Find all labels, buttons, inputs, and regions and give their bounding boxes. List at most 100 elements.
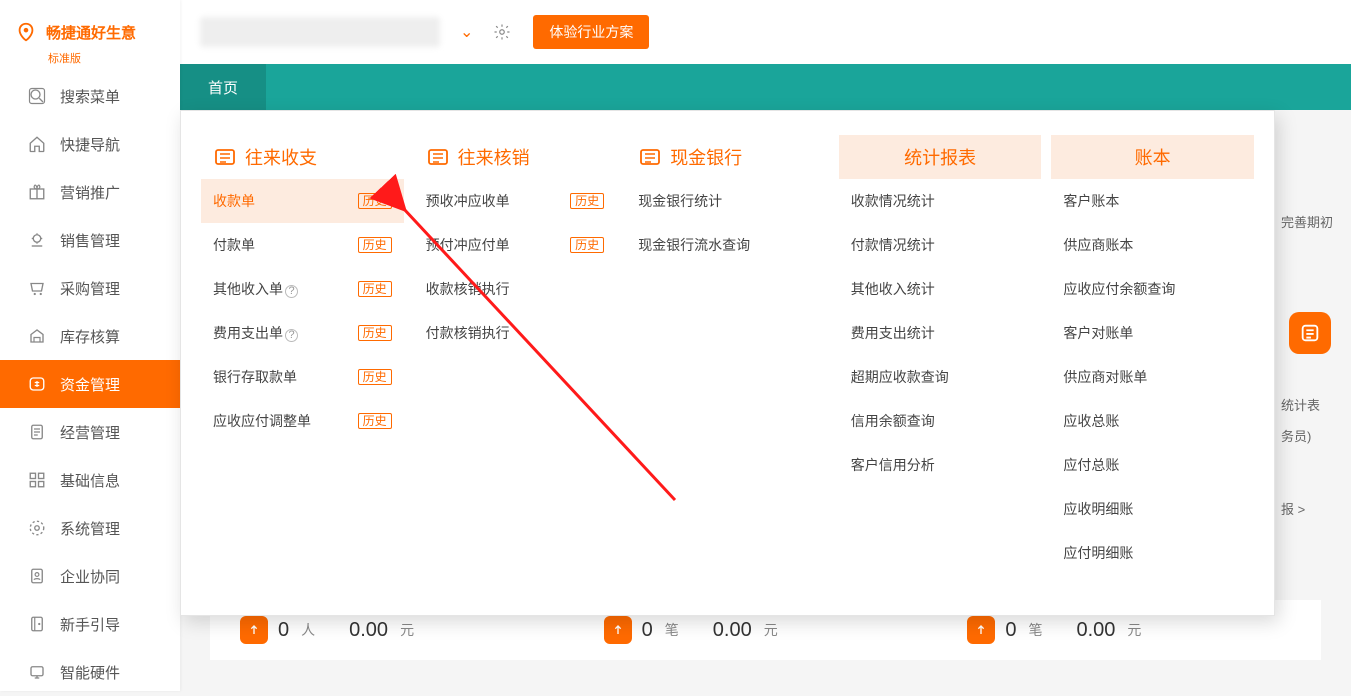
mega-header: 统计报表 — [839, 135, 1042, 179]
sidebar-item-cart[interactable]: 采购管理 — [0, 264, 180, 312]
stat-count-unit: 笔 — [1028, 620, 1042, 640]
history-badge[interactable]: 历史 — [358, 237, 392, 253]
mega-item[interactable]: 其他收入统计 — [839, 267, 1042, 311]
history-badge[interactable]: 历史 — [358, 325, 392, 341]
mega-item[interactable]: 预收冲应收单历史 — [414, 179, 617, 223]
history-badge[interactable]: 历史 — [358, 413, 392, 429]
sidebar-item-sys[interactable]: 系统管理 — [0, 504, 180, 552]
doc-icon — [426, 145, 450, 169]
sidebar-item-report[interactable]: 经营管理 — [0, 408, 180, 456]
mega-item[interactable]: 供应商账本 — [1051, 223, 1254, 267]
item-label: 供应商对账单 — [1063, 367, 1147, 387]
mega-column-c5: 账本客户账本供应商账本应收应付余额查询客户对账单供应商对账单应收总账应付总账应收… — [1051, 135, 1254, 575]
stat-block: 0笔0.00元 — [967, 616, 1291, 644]
sidebar-item-grid[interactable]: 基础信息 — [0, 456, 180, 504]
stat-count-unit: 人 — [301, 620, 315, 640]
floating-action-button[interactable] — [1289, 312, 1331, 354]
mega-item[interactable]: 其他收入单?历史 — [201, 267, 404, 311]
brand-edition: 标准版 — [0, 50, 180, 72]
sidebar-item-book[interactable]: 新手引导 — [0, 600, 180, 648]
stat-count: 0 — [1005, 619, 1016, 642]
item-label: 其他收入统计 — [851, 279, 935, 299]
item-label: 现金银行流水查询 — [638, 235, 750, 255]
mega-column-c2: 往来核销预收冲应收单历史预付冲应付单历史收款核销执行付款核销执行 — [414, 135, 617, 575]
history-badge[interactable]: 历史 — [358, 369, 392, 385]
stat-amount-unit: 元 — [1127, 620, 1141, 640]
mega-item[interactable]: 费用支出统计 — [839, 311, 1042, 355]
item-label: 收款核销执行 — [426, 279, 510, 299]
sidebar-item-device[interactable]: 智能硬件 — [0, 648, 180, 696]
search-icon — [28, 87, 46, 105]
mega-column-c1: 往来收支收款单历史付款单历史其他收入单?历史费用支出单?历史银行存取款单历史应收… — [201, 135, 404, 575]
mega-item[interactable]: 客户对账单 — [1051, 311, 1254, 355]
mega-item[interactable]: 收款单历史 — [201, 179, 404, 223]
mega-item[interactable]: 收款情况统计 — [839, 179, 1042, 223]
mega-item[interactable]: 银行存取款单 历史 — [201, 355, 404, 399]
sidebar-item-label: 采购管理 — [60, 278, 120, 299]
sidebar-item-coin[interactable]: 资金管理 — [0, 360, 180, 408]
sidebar-item-label: 营销推广 — [60, 182, 120, 203]
mega-item[interactable]: 供应商对账单 — [1051, 355, 1254, 399]
strip-line: 统计表 — [1275, 383, 1351, 426]
house-icon — [28, 327, 46, 345]
mega-item[interactable]: 预付冲应付单历史 — [414, 223, 617, 267]
mega-header: 往来核销 — [414, 135, 617, 179]
stat-icon — [967, 616, 995, 644]
item-label: 付款单 — [213, 235, 255, 255]
item-label: 付款核销执行 — [426, 323, 510, 343]
sidebar-item-label: 经营管理 — [60, 422, 120, 443]
sidebar-item-label: 搜索菜单 — [60, 86, 120, 107]
mega-item[interactable]: 信用余额查询 — [839, 399, 1042, 443]
mega-item[interactable]: 应收明细账 — [1051, 487, 1254, 531]
mega-menu: 往来收支收款单历史付款单历史其他收入单?历史费用支出单?历史银行存取款单历史应收… — [180, 110, 1275, 616]
mega-item[interactable]: 应收应付调整单历史 — [201, 399, 404, 443]
sidebar-item-house[interactable]: 库存核算 — [0, 312, 180, 360]
mega-item[interactable]: 收款核销执行 — [414, 267, 617, 311]
sidebar-item-cog-cart[interactable]: 销售管理 — [0, 216, 180, 264]
item-label: 应收总账 — [1063, 411, 1119, 431]
mega-header: 往来收支 — [201, 135, 404, 179]
sys-icon — [28, 519, 46, 537]
mega-item[interactable]: 客户账本 — [1051, 179, 1254, 223]
mega-item[interactable]: 客户信用分析 — [839, 443, 1042, 487]
chevron-down-icon[interactable]: ⌄ — [450, 22, 483, 42]
mega-item[interactable]: 应付总账 — [1051, 443, 1254, 487]
mega-item[interactable]: 付款单 历史 — [201, 223, 404, 267]
sidebar-item-team[interactable]: 企业协同 — [0, 552, 180, 600]
mega-item[interactable]: 应付明细账 — [1051, 531, 1254, 575]
history-badge[interactable]: 历史 — [570, 237, 604, 253]
mega-column-c4: 统计报表收款情况统计付款情况统计其他收入统计费用支出统计超期应收款查询信用余额查… — [839, 135, 1042, 575]
mega-item[interactable]: 费用支出单?历史 — [201, 311, 404, 355]
sidebar-item-label: 企业协同 — [60, 566, 120, 587]
history-badge[interactable]: 历史 — [358, 281, 392, 297]
item-label: 应收明细账 — [1063, 499, 1133, 519]
item-label: 应收应付余额查询 — [1063, 279, 1175, 299]
mega-item[interactable]: 应收总账 — [1051, 399, 1254, 443]
mega-item[interactable]: 付款情况统计 — [839, 223, 1042, 267]
history-badge[interactable]: 历史 — [570, 193, 604, 209]
mega-item[interactable]: 现金银行流水查询 — [626, 223, 829, 267]
sidebar-item-home[interactable]: 快捷导航 — [0, 120, 180, 168]
item-label: 银行存取款单 — [213, 367, 297, 387]
mega-item[interactable]: 超期应收款查询 — [839, 355, 1042, 399]
report-icon — [28, 423, 46, 441]
sidebar-item-search[interactable]: 搜索菜单 — [0, 72, 180, 120]
item-label: 超期应收款查询 — [851, 367, 949, 387]
help-icon[interactable]: ? — [285, 329, 298, 342]
industry-plan-button[interactable]: 体验行业方案 — [533, 15, 649, 49]
gear-icon[interactable] — [493, 23, 511, 41]
mega-item[interactable]: 现金银行统计 — [626, 179, 829, 223]
brand-name: 畅捷通好生意 — [46, 22, 136, 43]
mega-item[interactable]: 付款核销执行 — [414, 311, 617, 355]
team-icon — [28, 567, 46, 585]
topbar: ⌄ 体验行业方案 — [180, 0, 1351, 64]
org-selector[interactable] — [200, 17, 440, 47]
grid-icon — [28, 471, 46, 489]
history-badge[interactable]: 历史 — [358, 193, 392, 209]
item-label: 客户账本 — [1063, 191, 1119, 211]
tab-home[interactable]: 首页 — [180, 64, 266, 110]
sidebar-item-gift[interactable]: 营销推广 — [0, 168, 180, 216]
mega-item[interactable]: 应收应付余额查询 — [1051, 267, 1254, 311]
help-icon[interactable]: ? — [285, 285, 298, 298]
strip-line[interactable]: 报 > — [1275, 487, 1351, 530]
